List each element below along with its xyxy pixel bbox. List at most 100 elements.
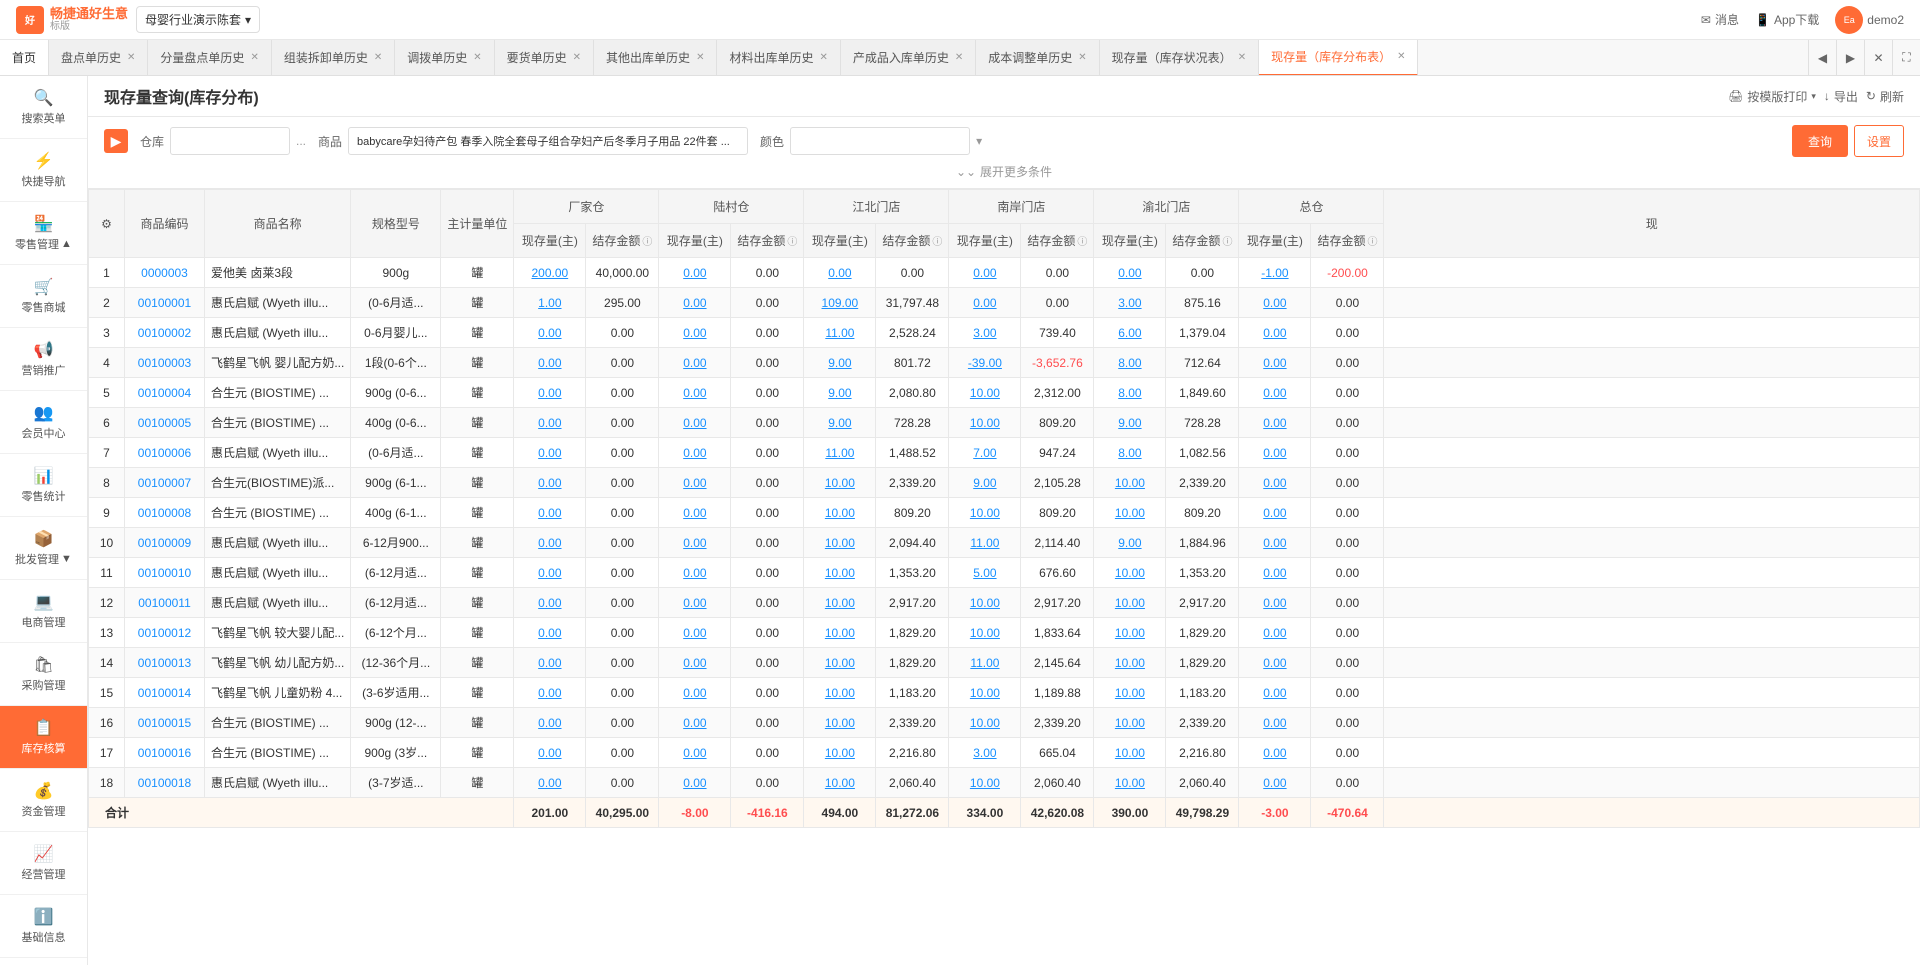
sidebar-item-retail-mgmt[interactable]: 🏪 零售管理 ▲ (0, 202, 87, 265)
tab-home[interactable]: 首页 (0, 40, 49, 76)
sidebar-item-system[interactable]: ⚙️ 系统管理 (0, 958, 87, 965)
tab-3[interactable]: 组装拆卸单历史 ✕ (272, 40, 395, 76)
num-link[interactable]: 10.00 (825, 476, 855, 490)
num-link[interactable]: 0.00 (1263, 416, 1286, 430)
settings-gear-icon[interactable]: ⚙ (101, 217, 112, 231)
num-link[interactable]: 0.00 (1263, 296, 1286, 310)
num-link[interactable]: 0.00 (538, 356, 561, 370)
num-link[interactable]: 10.00 (825, 656, 855, 670)
num-link[interactable]: 0.00 (683, 326, 706, 340)
sidebar-item-basic-info[interactable]: ℹ️ 基础信息 (0, 895, 87, 958)
num-link[interactable]: 10.00 (1115, 716, 1145, 730)
sidebar-item-inventory[interactable]: 📋 库存核算 (0, 706, 87, 769)
num-link[interactable]: 0.00 (1263, 686, 1286, 700)
num-link[interactable]: 10.00 (1115, 776, 1145, 790)
tab-5[interactable]: 要货单历史 ✕ (495, 40, 594, 76)
num-link[interactable]: 0.00 (1263, 386, 1286, 400)
num-link[interactable]: 0.00 (683, 356, 706, 370)
num-link[interactable]: 0.00 (538, 506, 561, 520)
num-link[interactable]: 10.00 (825, 776, 855, 790)
num-link[interactable]: 8.00 (1118, 386, 1141, 400)
num-link[interactable]: 0.00 (1263, 356, 1286, 370)
num-link[interactable]: 0.00 (683, 266, 706, 280)
sidebar-item-operations[interactable]: 📈 经营管理 (0, 832, 87, 895)
num-link[interactable]: 0.00 (683, 566, 706, 580)
num-link[interactable]: 0.00 (538, 386, 561, 400)
tab-2[interactable]: 分量盘点单历史 ✕ (148, 40, 271, 76)
num-link[interactable]: 0.00 (683, 656, 706, 670)
tab-10[interactable]: 现存量（库存状况表） ✕ (1100, 40, 1259, 76)
sidebar-item-purchase[interactable]: 🛍 采购管理 (0, 643, 87, 706)
changjia-info-icon[interactable]: ⓘ (642, 237, 652, 248)
num-link[interactable]: 0.00 (538, 446, 561, 460)
nanan-info-icon[interactable]: ⓘ (1077, 237, 1087, 248)
app-download-btn[interactable]: 📱 App下载 (1755, 11, 1819, 28)
sidebar-item-ecommerce[interactable]: 💻 电商管理 (0, 580, 87, 643)
tab-next-btn[interactable]: ▶ (1836, 40, 1864, 76)
num-link[interactable]: 0.00 (973, 296, 996, 310)
num-link[interactable]: 0.00 (538, 416, 561, 430)
num-link[interactable]: 10.00 (1115, 566, 1145, 580)
num-link[interactable]: 10.00 (970, 716, 1000, 730)
num-link[interactable]: 0.00 (538, 536, 561, 550)
tab-8-close[interactable]: ✕ (955, 52, 963, 63)
num-link[interactable]: 109.00 (822, 296, 859, 310)
warehouse-dots[interactable]: ... (296, 134, 306, 148)
num-link[interactable]: 0.00 (1263, 566, 1286, 580)
tab-4[interactable]: 调拨单历史 ✕ (395, 40, 494, 76)
num-link[interactable]: 6.00 (1118, 326, 1141, 340)
num-link[interactable]: 8.00 (1118, 446, 1141, 460)
num-link[interactable]: 11.00 (970, 536, 999, 550)
tab-1-close[interactable]: ✕ (127, 52, 135, 63)
num-link[interactable]: 0.00 (1263, 476, 1286, 490)
num-link[interactable]: 7.00 (973, 446, 996, 460)
tab-6[interactable]: 其他出库单历史 ✕ (594, 40, 717, 76)
num-link[interactable]: 10.00 (970, 386, 1000, 400)
num-link[interactable]: 0.00 (538, 626, 561, 640)
num-link[interactable]: 9.00 (828, 356, 851, 370)
user-area[interactable]: Ea demo2 (1835, 6, 1904, 34)
num-link[interactable]: 10.00 (825, 566, 855, 580)
num-link[interactable]: 0.00 (1263, 626, 1286, 640)
num-link[interactable]: 10.00 (1115, 506, 1145, 520)
num-link[interactable]: 9.00 (1118, 416, 1141, 430)
num-link[interactable]: 10.00 (970, 416, 1000, 430)
num-link[interactable]: 9.00 (973, 476, 996, 490)
tab-5-close[interactable]: ✕ (573, 52, 581, 63)
tab-2-close[interactable]: ✕ (250, 52, 258, 63)
num-link[interactable]: 10.00 (825, 716, 855, 730)
tab-8[interactable]: 产成品入库单历史 ✕ (841, 40, 976, 76)
num-link[interactable]: 0.00 (538, 776, 561, 790)
warehouse-input[interactable] (170, 127, 290, 155)
lucun-info-icon[interactable]: ⓘ (787, 237, 797, 248)
num-link[interactable]: 0.00 (1263, 596, 1286, 610)
tab-close-btn[interactable]: ✕ (1864, 40, 1892, 76)
color-dropdown-arrow[interactable]: ▾ (976, 134, 982, 148)
num-link[interactable]: 0.00 (683, 746, 706, 760)
yubei-info-icon[interactable]: ⓘ (1222, 237, 1232, 248)
color-input[interactable] (790, 127, 970, 155)
zongcang-info-icon[interactable]: ⓘ (1367, 237, 1377, 248)
sidebar-item-retail-stats[interactable]: 📊 零售统计 (0, 454, 87, 517)
num-link[interactable]: 0.00 (683, 446, 706, 460)
num-link[interactable]: 10.00 (1115, 656, 1145, 670)
query-button[interactable]: 查询 (1792, 125, 1848, 157)
sidebar-item-marketing[interactable]: 📢 营销推广 (0, 328, 87, 391)
num-link[interactable]: 0.00 (538, 716, 561, 730)
num-link[interactable]: 0.00 (1263, 446, 1286, 460)
num-link[interactable]: -39.00 (968, 356, 1002, 370)
num-link[interactable]: 10.00 (970, 686, 1000, 700)
num-link[interactable]: 0.00 (538, 326, 561, 340)
message-btn[interactable]: ✉ 消息 (1701, 11, 1739, 28)
num-link[interactable]: 0.00 (683, 536, 706, 550)
num-link[interactable]: 1.00 (538, 296, 561, 310)
num-link[interactable]: -1.00 (1261, 266, 1288, 280)
num-link[interactable]: 0.00 (1263, 776, 1286, 790)
tab-4-close[interactable]: ✕ (473, 52, 481, 63)
num-link[interactable]: 10.00 (1115, 626, 1145, 640)
num-link[interactable]: 0.00 (683, 716, 706, 730)
num-link[interactable]: 200.00 (532, 266, 569, 280)
num-link[interactable]: 0.00 (1263, 326, 1286, 340)
settings-button[interactable]: 设置 (1854, 125, 1904, 157)
num-link[interactable]: 0.00 (683, 416, 706, 430)
